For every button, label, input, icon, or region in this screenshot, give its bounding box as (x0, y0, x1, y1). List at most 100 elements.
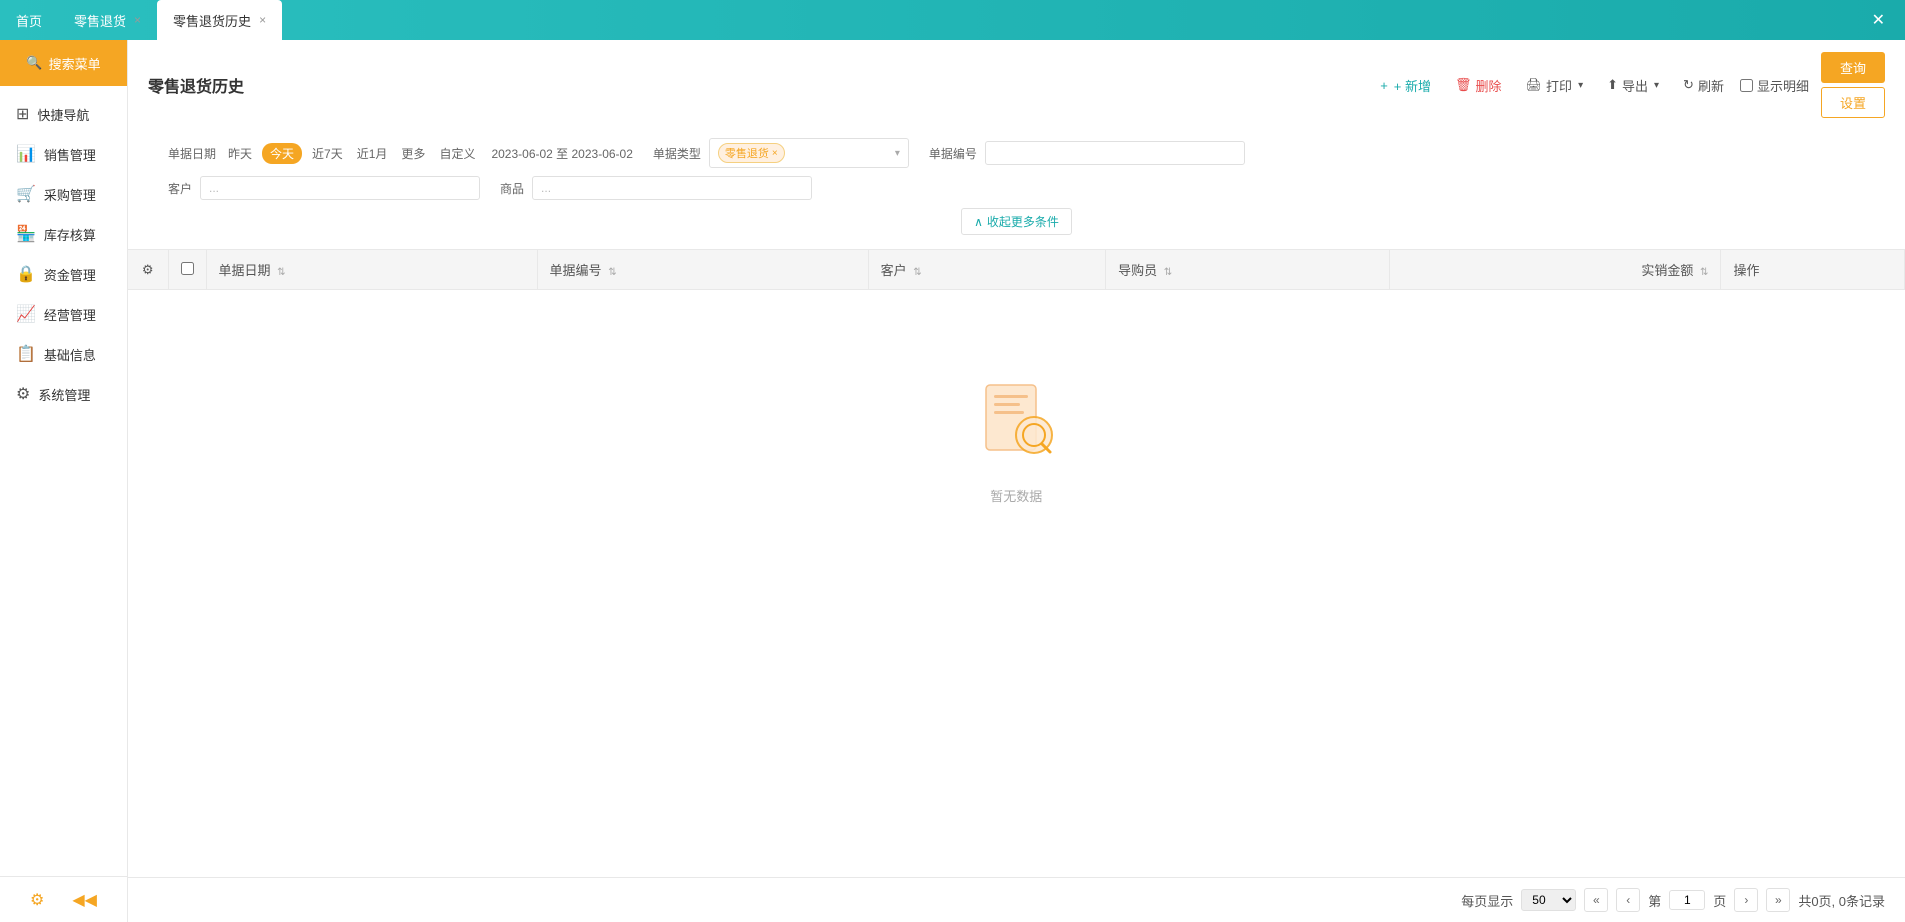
collapse-label: 收起更多条件 (987, 213, 1059, 230)
date-filter: 单据日期 昨天 今天 近7天 近1月 更多 自定义 2023-06-02 至 2… (168, 143, 633, 164)
delete-button[interactable]: 🗑 删除 (1447, 72, 1510, 99)
sidebar-item-inventory[interactable]: 🏪 库存核算 (0, 214, 127, 254)
th-action: 操作 (1721, 250, 1905, 290)
sidebar-item-purchase-mgmt[interactable]: 🛒 采购管理 (0, 174, 127, 214)
new-button[interactable]: + + 新增 (1372, 72, 1439, 99)
th-checkbox[interactable] (168, 250, 206, 290)
voucher-input[interactable] (985, 141, 1245, 165)
sidebar: 🔍 搜索菜单 ⊞ 快捷导航 📊 销售管理 🛒 采购管理 🏪 库存核算 🔒 (0, 40, 128, 922)
customer-input[interactable]: ... (200, 176, 480, 200)
data-table: ⚙ 单据日期 ⇅ 单据编号 ⇅ (128, 250, 1905, 585)
date-1month-btn[interactable]: 近1月 (353, 143, 392, 164)
empty-text: 暂无数据 (990, 486, 1042, 505)
sidebar-item-finance[interactable]: 🔒 资金管理 (0, 254, 127, 294)
tab-retail-return[interactable]: 零售退货 × (58, 0, 157, 40)
toolbar: + + 新增 🗑 删除 🖨 打印 ▾ ⬆ (1372, 52, 1885, 118)
sidebar-item-operations[interactable]: 📈 经营管理 (0, 294, 127, 334)
refresh-button[interactable]: ↻ 刷新 (1675, 72, 1732, 99)
top-bar: 首页 零售退货 × 零售退货历史 × ✕ (0, 0, 1905, 40)
type-tag-remove[interactable]: × (772, 148, 778, 159)
audio-bottom-icon[interactable]: ◀◀ (72, 890, 97, 910)
prev-page-button[interactable]: ‹ (1616, 888, 1640, 912)
goods-input[interactable]: ... (532, 176, 812, 200)
tab-retail-return-close[interactable]: × (134, 13, 141, 27)
page-title-row: 零售退货历史 + + 新增 🗑 删除 🖨 打印 (148, 52, 1885, 118)
sort-voucher-icon: ⇅ (608, 267, 616, 278)
customer-filter-label: 客户 (168, 180, 192, 197)
export-button-label: 导出 (1622, 76, 1648, 95)
query-button[interactable]: 查询 (1821, 52, 1885, 83)
sidebar-item-label: 采购管理 (44, 185, 96, 204)
date-yesterday-btn[interactable]: 昨天 (224, 143, 256, 164)
refresh-button-label: 刷新 (1698, 76, 1724, 95)
empty-state: 暂无数据 (128, 290, 1905, 585)
sidebar-item-quick-nav[interactable]: ⊞ 快捷导航 (0, 94, 127, 134)
type-tag-retail-return: 零售退货 × (718, 143, 785, 163)
search-menu-button[interactable]: 🔍 搜索菜单 (0, 40, 127, 86)
page-label-pre: 第 (1648, 891, 1661, 910)
main-layout: 🔍 搜索菜单 ⊞ 快捷导航 📊 销售管理 🛒 采购管理 🏪 库存核算 🔒 (0, 40, 1905, 922)
sidebar-item-sales-mgmt[interactable]: 📊 销售管理 (0, 134, 127, 174)
display-detail-checkbox-wrap[interactable]: 显示明细 (1740, 76, 1809, 95)
sales-icon: 📊 (16, 144, 36, 164)
sidebar-item-label: 快捷导航 (37, 105, 89, 124)
filter-area: 单据日期 昨天 今天 近7天 近1月 更多 自定义 2023-06-02 至 2… (148, 128, 1885, 249)
search-menu-label: 搜索菜单 (49, 54, 101, 73)
sidebar-item-basic-info[interactable]: 📋 基础信息 (0, 334, 127, 374)
th-date[interactable]: 单据日期 ⇅ (206, 250, 537, 290)
th-gear[interactable]: ⚙ (128, 250, 168, 290)
table-body: 暂无数据 (128, 290, 1905, 586)
print-button-label: 打印 (1546, 76, 1572, 95)
display-detail-checkbox[interactable] (1740, 79, 1753, 92)
date-today-btn[interactable]: 今天 (262, 143, 302, 164)
date-more-btn[interactable]: 更多 (397, 143, 429, 164)
empty-icon (966, 370, 1066, 470)
search-icon: 🔍 (26, 55, 42, 71)
delete-button-label: 删除 (1476, 76, 1502, 95)
tab-home[interactable]: 首页 (0, 0, 58, 40)
customer-filter: 客户 ... (168, 176, 480, 200)
table-header: ⚙ 单据日期 ⇅ 单据编号 ⇅ (128, 250, 1905, 290)
th-guide[interactable]: 导购员 ⇅ (1106, 250, 1390, 290)
sidebar-bottom: ⚙ ◀◀ (0, 876, 127, 922)
th-amount[interactable]: 实销金额 ⇅ (1390, 250, 1721, 290)
page-label-post: 页 (1713, 891, 1726, 910)
export-button[interactable]: ⬆ 导出 ▾ (1599, 72, 1667, 99)
sidebar-item-label: 销售管理 (44, 145, 96, 164)
sidebar-item-sys-mgmt[interactable]: ⚙ 系统管理 (0, 374, 127, 414)
export-icon: ⬆ (1607, 77, 1618, 93)
tab-retail-return-history-close[interactable]: × (259, 13, 266, 27)
table-wrapper: ⚙ 单据日期 ⇅ 单据编号 ⇅ (128, 250, 1905, 877)
settings-button[interactable]: 设置 (1821, 87, 1885, 118)
th-customer[interactable]: 客户 ⇅ (868, 250, 1106, 290)
collapse-icon: ∧ (974, 215, 983, 229)
date-7days-btn[interactable]: 近7天 (308, 143, 347, 164)
sys-mgmt-icon: ⚙ (16, 384, 30, 404)
gear-icon: ⚙ (142, 262, 154, 277)
page-number-input[interactable] (1669, 890, 1705, 910)
type-select[interactable]: 零售退货 × ▾ (709, 138, 909, 168)
page-header: 零售退货历史 + + 新增 🗑 删除 🖨 打印 (128, 40, 1905, 250)
th-guide-label: 导购员 (1118, 263, 1157, 278)
next-page-button[interactable]: › (1734, 888, 1758, 912)
plus-icon: + (1380, 78, 1388, 93)
tab-retail-return-history[interactable]: 零售退货历史 × (157, 0, 282, 40)
print-button[interactable]: 🖨 打印 ▾ (1518, 72, 1592, 99)
delete-icon: 🗑 (1455, 77, 1472, 93)
collapse-button[interactable]: ∧ 收起更多条件 (961, 208, 1072, 235)
date-group: 昨天 今天 近7天 近1月 更多 自定义 (224, 143, 479, 164)
filter-row-2: 客户 ... 商品 ... (168, 176, 1865, 200)
th-voucher[interactable]: 单据编号 ⇅ (537, 250, 868, 290)
last-page-button[interactable]: » (1766, 888, 1790, 912)
first-page-button[interactable]: « (1584, 888, 1608, 912)
total-records-text: 共0页, 0条记录 (1798, 891, 1885, 910)
select-all-checkbox[interactable] (181, 262, 194, 275)
date-custom-btn[interactable]: 自定义 (435, 143, 479, 164)
settings-bottom-icon[interactable]: ⚙ (30, 890, 44, 910)
window-close-button[interactable]: ✕ (1864, 10, 1893, 30)
sidebar-item-label: 资金管理 (44, 265, 96, 284)
page-size-select[interactable]: 50 10 20 100 (1521, 889, 1576, 911)
sidebar-nav: ⊞ 快捷导航 📊 销售管理 🛒 采购管理 🏪 库存核算 🔒 资金管理 📈 (0, 86, 127, 876)
sidebar-item-label: 库存核算 (44, 225, 96, 244)
goods-filter-label: 商品 (500, 180, 524, 197)
